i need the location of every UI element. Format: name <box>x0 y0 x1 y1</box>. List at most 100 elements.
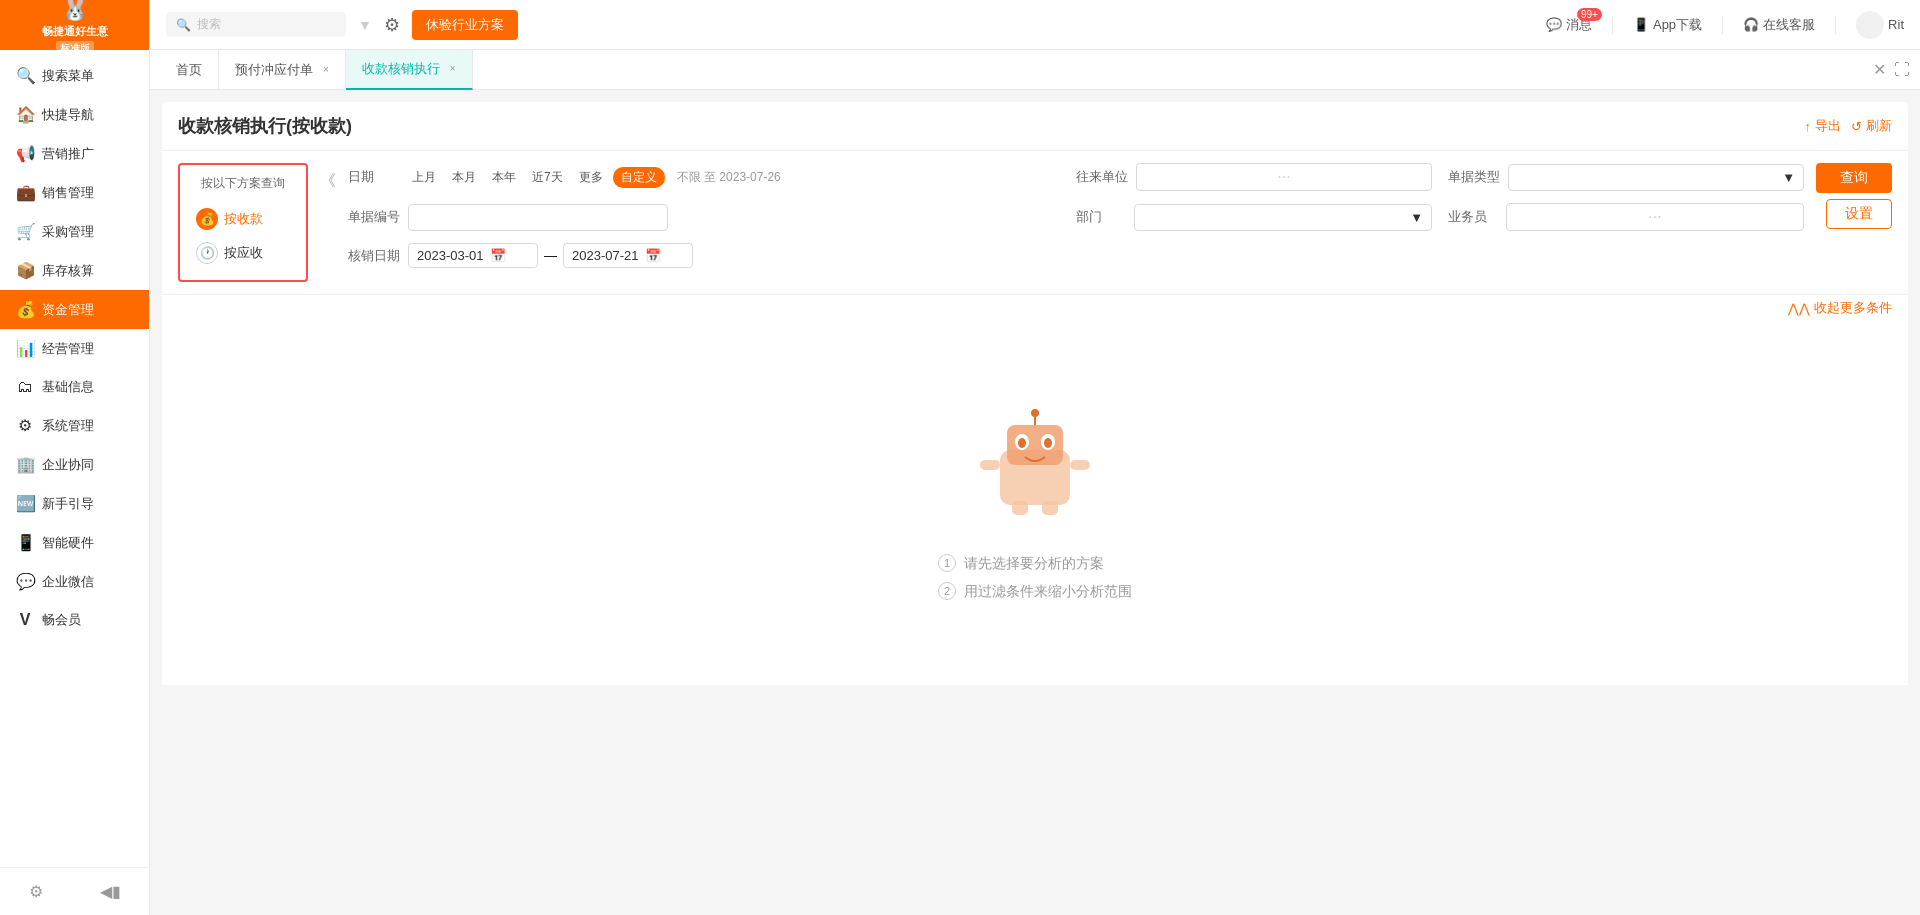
gear-icon[interactable]: ⚙ <box>384 14 400 36</box>
guide-icon: 🆕 <box>16 494 34 513</box>
sidebar-item-search[interactable]: 🔍 搜索菜单 <box>0 56 149 95</box>
counterparty-input[interactable]: ··· <box>1136 163 1432 191</box>
message-button[interactable]: 💬 消息 99+ <box>1546 16 1592 34</box>
svg-rect-9 <box>1070 460 1090 470</box>
sidebar-item-label: 企业协同 <box>42 456 94 474</box>
sidebar-item-label: 库存核算 <box>42 262 94 280</box>
logo-icon: 🐰 <box>60 0 90 22</box>
sidebar-item-finance[interactable]: 💰 资金管理 <box>0 290 149 329</box>
date-btn-last-month[interactable]: 上月 <box>406 167 442 188</box>
sidebar-item-inventory[interactable]: 📦 库存核算 <box>0 251 149 290</box>
verify-date-start-input[interactable]: 2023-03-01 📅 <box>408 243 538 268</box>
avatar <box>1856 11 1884 39</box>
filter-row-2: 单据编号 部门 ▼ 业务员 ··· <box>348 203 1804 231</box>
query-sidebar-title: 按以下方案查询 <box>188 175 298 192</box>
sidebar-item-label: 快捷导航 <box>42 106 94 124</box>
export-button[interactable]: ↑ 导出 <box>1805 117 1842 135</box>
export-icon: ↑ <box>1805 119 1812 134</box>
sidebar-item-quicknav[interactable]: 🏠 快捷导航 <box>0 95 149 134</box>
sidebar-item-basic[interactable]: 🗂 基础信息 <box>0 368 149 406</box>
empty-tips: 1 请先选择要分析的方案 2 用过滤条件来缩小分析范围 <box>938 549 1132 605</box>
filter-panel: 按以下方案查询 💰 按收款 🕐 按应收 《 日期 <box>162 151 1908 295</box>
sidebar-item-label: 基础信息 <box>42 378 94 396</box>
enterprise-icon: 🏢 <box>16 455 34 474</box>
query-option-by-receipt[interactable]: 💰 按收款 <box>188 202 298 236</box>
user-avatar-area[interactable]: Rit <box>1856 11 1904 39</box>
tab-prepay-close[interactable]: × <box>323 64 329 75</box>
svg-rect-10 <box>1012 501 1028 515</box>
collapse-toggle[interactable]: 《 <box>320 163 336 282</box>
filter-right-actions: 查询 设置 <box>1816 163 1892 282</box>
business-input[interactable]: ··· <box>1506 203 1804 231</box>
svg-rect-11 <box>1042 501 1058 515</box>
collapse-more-button[interactable]: ⋀⋀ 收起更多条件 <box>1788 299 1892 317</box>
tab-verify-close[interactable]: × <box>450 63 456 74</box>
empty-state: 1 请先选择要分析的方案 2 用过滤条件来缩小分析范围 <box>162 325 1908 685</box>
expand-tab-icon[interactable]: ⛶ <box>1894 61 1910 79</box>
query-sidebar: 按以下方案查询 💰 按收款 🕐 按应收 <box>178 163 308 282</box>
solution-button[interactable]: 休验行业方案 <box>412 10 518 40</box>
date-label: 日期 <box>348 168 398 186</box>
tab-prepay[interactable]: 预付冲应付单 × <box>219 50 346 90</box>
sidebar-item-enterprise[interactable]: 🏢 企业协同 <box>0 445 149 484</box>
verify-date-end-input[interactable]: 2023-07-21 📅 <box>563 243 693 268</box>
close-tab-icon[interactable]: ✕ <box>1873 60 1886 79</box>
topbar-right: 💬 消息 99+ 📱 App下载 🎧 在线客服 Rit <box>1546 11 1904 39</box>
sidebar-item-wechat[interactable]: 💬 企业微信 <box>0 562 149 601</box>
app-logo: 🐰 畅捷通好生意 标准版 <box>0 0 149 50</box>
settings-bottom-icon[interactable]: ⚙ <box>23 876 49 907</box>
filter-order-type: 单据类型 ▼ <box>1448 164 1804 191</box>
sidebar-item-system[interactable]: ⚙ 系统管理 <box>0 406 149 445</box>
sidebar-item-sales[interactable]: 💼 销售管理 <box>0 173 149 212</box>
sidebar-item-label: 智能硬件 <box>42 534 94 552</box>
query-option-by-receivable[interactable]: 🕐 按应收 <box>188 236 298 270</box>
online-service-button[interactable]: 🎧 在线客服 <box>1743 16 1815 34</box>
date-no-limit: 不限 至 2023-07-26 <box>677 169 781 186</box>
svg-point-7 <box>1031 409 1039 417</box>
sidebar-item-marketing[interactable]: 📢 营销推广 <box>0 134 149 173</box>
app-download-button[interactable]: 📱 App下载 <box>1633 16 1702 34</box>
sidebar-item-purchase[interactable]: 🛒 采购管理 <box>0 212 149 251</box>
date-range-dash: — <box>544 248 557 263</box>
collapse-more-row: ⋀⋀ 收起更多条件 <box>162 295 1908 325</box>
filter-order-no: 单据编号 <box>348 204 1060 231</box>
date-btn-this-year[interactable]: 本年 <box>486 167 522 188</box>
date-btn-this-month[interactable]: 本月 <box>446 167 482 188</box>
date-btn-more[interactable]: 更多 <box>573 167 609 188</box>
filter-date: 日期 上月 本月 本年 近7天 更多 自定义 不限 至 2023-07-26 <box>348 167 1060 188</box>
sidebar-item-label: 资金管理 <box>42 301 94 319</box>
query-button[interactable]: 查询 <box>1816 163 1892 193</box>
refresh-button[interactable]: ↺ 刷新 <box>1851 117 1892 135</box>
main-area: 🔍 搜索 ▼ ⚙ 休验行业方案 💬 消息 99+ 📱 App下载 🎧 在线客服 <box>150 0 1920 915</box>
sidebar-item-member[interactable]: V 畅会员 <box>0 601 149 639</box>
tab-home[interactable]: 首页 <box>160 50 219 90</box>
topbar-search-box[interactable]: 🔍 搜索 <box>166 12 346 37</box>
department-select[interactable]: ▼ <box>1134 204 1432 231</box>
business-label: 业务员 <box>1448 208 1498 226</box>
counterparty-label: 往来单位 <box>1076 168 1128 186</box>
tabbar: 首页 预付冲应付单 × 收款核销执行 × ✕ ⛶ <box>150 50 1920 90</box>
sidebar-item-guide[interactable]: 🆕 新手引导 <box>0 484 149 523</box>
tab-verify[interactable]: 收款核销执行 × <box>346 50 473 90</box>
tip-item-1: 1 请先选择要分析的方案 <box>938 549 1132 577</box>
verify-date-start-value: 2023-03-01 <box>417 248 484 263</box>
setting-button[interactable]: 设置 <box>1826 199 1892 229</box>
sidebar-item-label: 系统管理 <box>42 417 94 435</box>
order-type-label: 单据类型 <box>1448 168 1500 186</box>
order-no-input[interactable] <box>408 204 668 231</box>
verify-date-range: 2023-03-01 📅 — 2023-07-21 📅 <box>408 243 693 268</box>
user-name: Rit <box>1888 17 1904 32</box>
date-btn-7days[interactable]: 近7天 <box>526 167 569 188</box>
empty-illustration <box>975 405 1095 525</box>
date-btn-custom[interactable]: 自定义 <box>613 167 665 188</box>
sidebar-item-hardware[interactable]: 📱 智能硬件 <box>0 523 149 562</box>
app-download-icon: 📱 <box>1633 17 1649 32</box>
query-option1-label: 按收款 <box>224 210 263 228</box>
sidebar-item-operation[interactable]: 📊 经营管理 <box>0 329 149 368</box>
basic-icon: 🗂 <box>16 378 34 396</box>
search-placeholder: 搜索 <box>197 16 221 33</box>
collapse-sidebar-icon[interactable]: ◀▮ <box>94 876 127 907</box>
tab-prepay-label: 预付冲应付单 <box>235 61 313 79</box>
order-type-select[interactable]: ▼ <box>1508 164 1804 191</box>
app-name: 畅捷通好生意 <box>42 24 108 39</box>
